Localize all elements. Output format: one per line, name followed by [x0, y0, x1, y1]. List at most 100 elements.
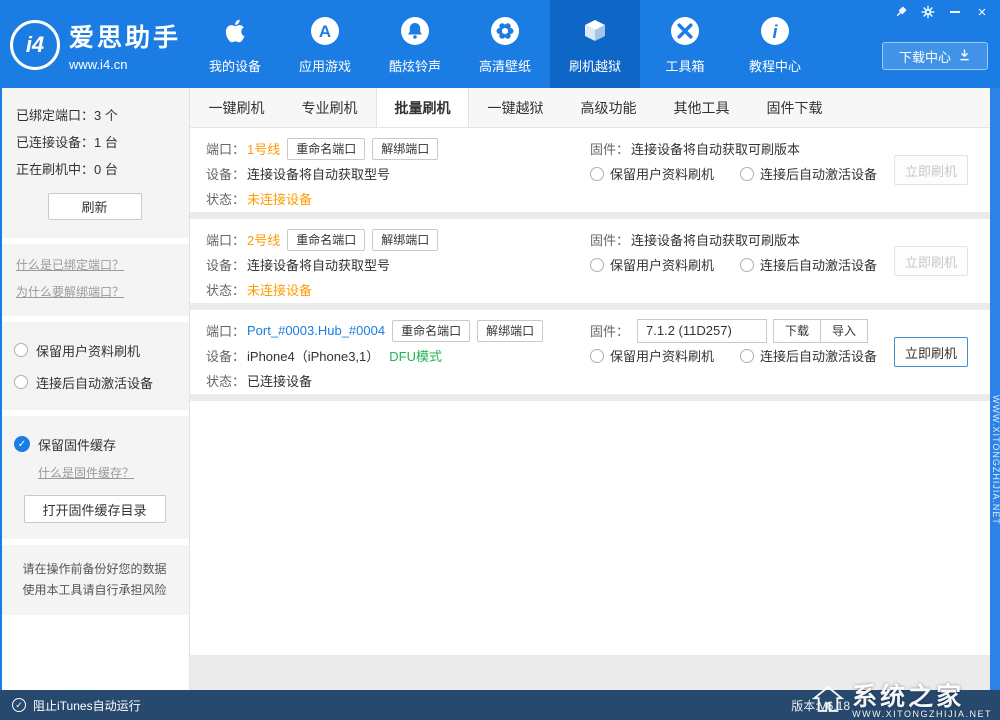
- nav-flash-jailbreak[interactable]: 刷机越狱: [550, 0, 640, 88]
- firmware-label: 固件：: [590, 321, 629, 340]
- port-name: 1号线: [247, 139, 280, 158]
- bell-icon: [397, 13, 433, 49]
- link-what-is-firmware-cache[interactable]: 什么是固件缓存？: [38, 460, 175, 487]
- wallpaper-flower-icon: [487, 13, 523, 49]
- option-auto-activate[interactable]: 连接后自动激活设备: [14, 366, 175, 398]
- nav-toolbox[interactable]: 工具箱: [640, 0, 730, 88]
- refresh-button[interactable]: 刷新: [48, 193, 142, 220]
- dfu-mode-badge: DFU模式: [389, 346, 442, 365]
- radio-icon[interactable]: [590, 349, 604, 363]
- close-icon: ×: [978, 4, 987, 21]
- nav-label: 酷炫铃声: [389, 56, 441, 75]
- info-icon: i: [757, 13, 793, 49]
- device-label: 设备：: [206, 346, 245, 365]
- download-center-button[interactable]: 下载中心: [882, 42, 988, 70]
- tab-pro-flash[interactable]: 专业刷机: [283, 88, 376, 127]
- tab-batch-flash[interactable]: 批量刷机: [376, 88, 469, 127]
- row-option-keep-user-data[interactable]: 保留用户资料刷机: [590, 346, 714, 365]
- header: i4 爱思助手 www.i4.cn 我的设备 A 应用游戏: [0, 0, 1000, 88]
- nav-tutorials[interactable]: i 教程中心: [730, 0, 820, 88]
- rename-port-button[interactable]: 重命名端口: [287, 229, 365, 251]
- tab-one-click-flash[interactable]: 一键刷机: [190, 88, 283, 127]
- row-option-keep-user-data[interactable]: 保留用户资料刷机: [590, 164, 714, 183]
- radio-icon[interactable]: [14, 343, 28, 357]
- tab-bar: 一键刷机 专业刷机 批量刷机 一键越狱 高级功能 其他工具 固件下载: [190, 88, 1000, 128]
- pin-button[interactable]: [889, 2, 913, 22]
- status-label: 状态：: [206, 280, 245, 299]
- flash-box-icon: [577, 13, 613, 49]
- rename-port-button[interactable]: 重命名端口: [287, 138, 365, 160]
- radio-icon[interactable]: [590, 258, 604, 272]
- link-why-unbind-port[interactable]: 为什么要解绑端口？: [16, 279, 173, 306]
- status-label: 状态：: [206, 189, 245, 208]
- radio-icon[interactable]: [14, 375, 28, 389]
- help-links-section: 什么是已绑定端口？ 为什么要解绑端口？: [0, 244, 189, 316]
- nav-my-devices[interactable]: 我的设备: [190, 0, 280, 88]
- row-option-auto-activate[interactable]: 连接后自动激活设备: [740, 164, 877, 183]
- status-value: 未连接设备: [247, 189, 312, 208]
- open-cache-dir-button[interactable]: 打开固件缓存目录: [24, 495, 166, 523]
- nav-wallpapers[interactable]: 高清壁纸: [460, 0, 550, 88]
- option-keep-user-data[interactable]: 保留用户资料刷机: [14, 334, 175, 366]
- radio-icon[interactable]: [740, 258, 754, 272]
- radio-icon[interactable]: [740, 349, 754, 363]
- nav-label: 教程中心: [749, 56, 801, 75]
- device-label: 设备：: [206, 164, 245, 183]
- flash-now-button[interactable]: 立即刷机: [894, 246, 968, 276]
- minimize-button[interactable]: [943, 2, 967, 22]
- empty-list-area: [190, 401, 990, 655]
- radio-icon[interactable]: [740, 167, 754, 181]
- version-text: 版本:V6.18: [791, 697, 1000, 714]
- tab-firmware-download[interactable]: 固件下载: [748, 88, 841, 127]
- app-url: www.i4.cn: [69, 57, 181, 72]
- nav-label: 刷机越狱: [569, 56, 621, 75]
- radio-icon[interactable]: [590, 167, 604, 181]
- option-keep-firmware-cache[interactable]: ✓ 保留固件缓存: [14, 428, 175, 460]
- link-what-is-bound-port[interactable]: 什么是已绑定端口？: [16, 252, 173, 279]
- tab-advanced-features[interactable]: 高级功能: [562, 88, 655, 127]
- check-icon[interactable]: ✓: [12, 698, 26, 712]
- unbind-port-button[interactable]: 解绑端口: [372, 229, 438, 251]
- row-option-auto-activate[interactable]: 连接后自动激活设备: [740, 255, 877, 274]
- footer-bar: ✓ 阻止iTunes自动运行 版本:V6.18: [0, 690, 1000, 720]
- download-icon: [958, 48, 971, 64]
- device-name: 连接设备将自动获取型号: [247, 164, 390, 183]
- appstore-icon: A: [307, 13, 343, 49]
- rename-port-button[interactable]: 重命名端口: [392, 320, 470, 342]
- unbind-port-button[interactable]: 解绑端口: [477, 320, 543, 342]
- device-name: iPhone4（iPhone3,1）: [247, 346, 379, 365]
- window-controls: ×: [889, 2, 994, 22]
- unbind-port-button[interactable]: 解绑端口: [372, 138, 438, 160]
- window-left-border: [0, 88, 2, 690]
- port-name: Port_#0003.Hub_#0004: [247, 323, 385, 338]
- flash-now-button[interactable]: 立即刷机: [894, 337, 968, 367]
- checked-icon[interactable]: ✓: [14, 436, 30, 452]
- row-option-keep-user-data[interactable]: 保留用户资料刷机: [590, 255, 714, 274]
- status-label: 状态：: [206, 371, 245, 390]
- nav-label: 高清壁纸: [479, 56, 531, 75]
- port-label: 端口：: [206, 230, 245, 249]
- tab-other-tools[interactable]: 其他工具: [655, 88, 748, 127]
- nav-apps-games[interactable]: A 应用游戏: [280, 0, 370, 88]
- close-button[interactable]: ×: [970, 2, 994, 22]
- firmware-version-field[interactable]: 7.1.2 (11D257): [637, 319, 767, 343]
- device-row-port-1: 端口： 1号线 重命名端口 解绑端口 设备： 连接设备将自动获取型号 状态： 未…: [190, 128, 990, 212]
- app-logo: i4 爱思助手 www.i4.cn: [10, 18, 181, 72]
- row-option-auto-activate[interactable]: 连接后自动激活设备: [740, 346, 877, 365]
- port-label: 端口：: [206, 139, 245, 158]
- nav-ringtones[interactable]: 酷炫铃声: [370, 0, 460, 88]
- app-window: i4 爱思助手 www.i4.cn 我的设备 A 应用游戏: [0, 0, 1000, 720]
- device-name: 连接设备将自动获取型号: [247, 255, 390, 274]
- port-label: 端口：: [206, 321, 245, 340]
- nav-label: 我的设备: [209, 56, 261, 75]
- flash-now-button[interactable]: 立即刷机: [894, 155, 968, 185]
- status-value: 未连接设备: [247, 280, 312, 299]
- block-itunes-option[interactable]: ✓ 阻止iTunes自动运行: [0, 697, 190, 714]
- settings-gear-button[interactable]: [916, 2, 940, 22]
- firmware-import-button[interactable]: 导入: [820, 319, 868, 343]
- nav-label: 应用游戏: [299, 56, 351, 75]
- minimize-icon: [950, 11, 960, 13]
- tab-one-click-jailbreak[interactable]: 一键越狱: [469, 88, 562, 127]
- stat-flashing-devices: 正在刷机中：0 台: [16, 156, 173, 183]
- firmware-download-button[interactable]: 下载: [773, 319, 821, 343]
